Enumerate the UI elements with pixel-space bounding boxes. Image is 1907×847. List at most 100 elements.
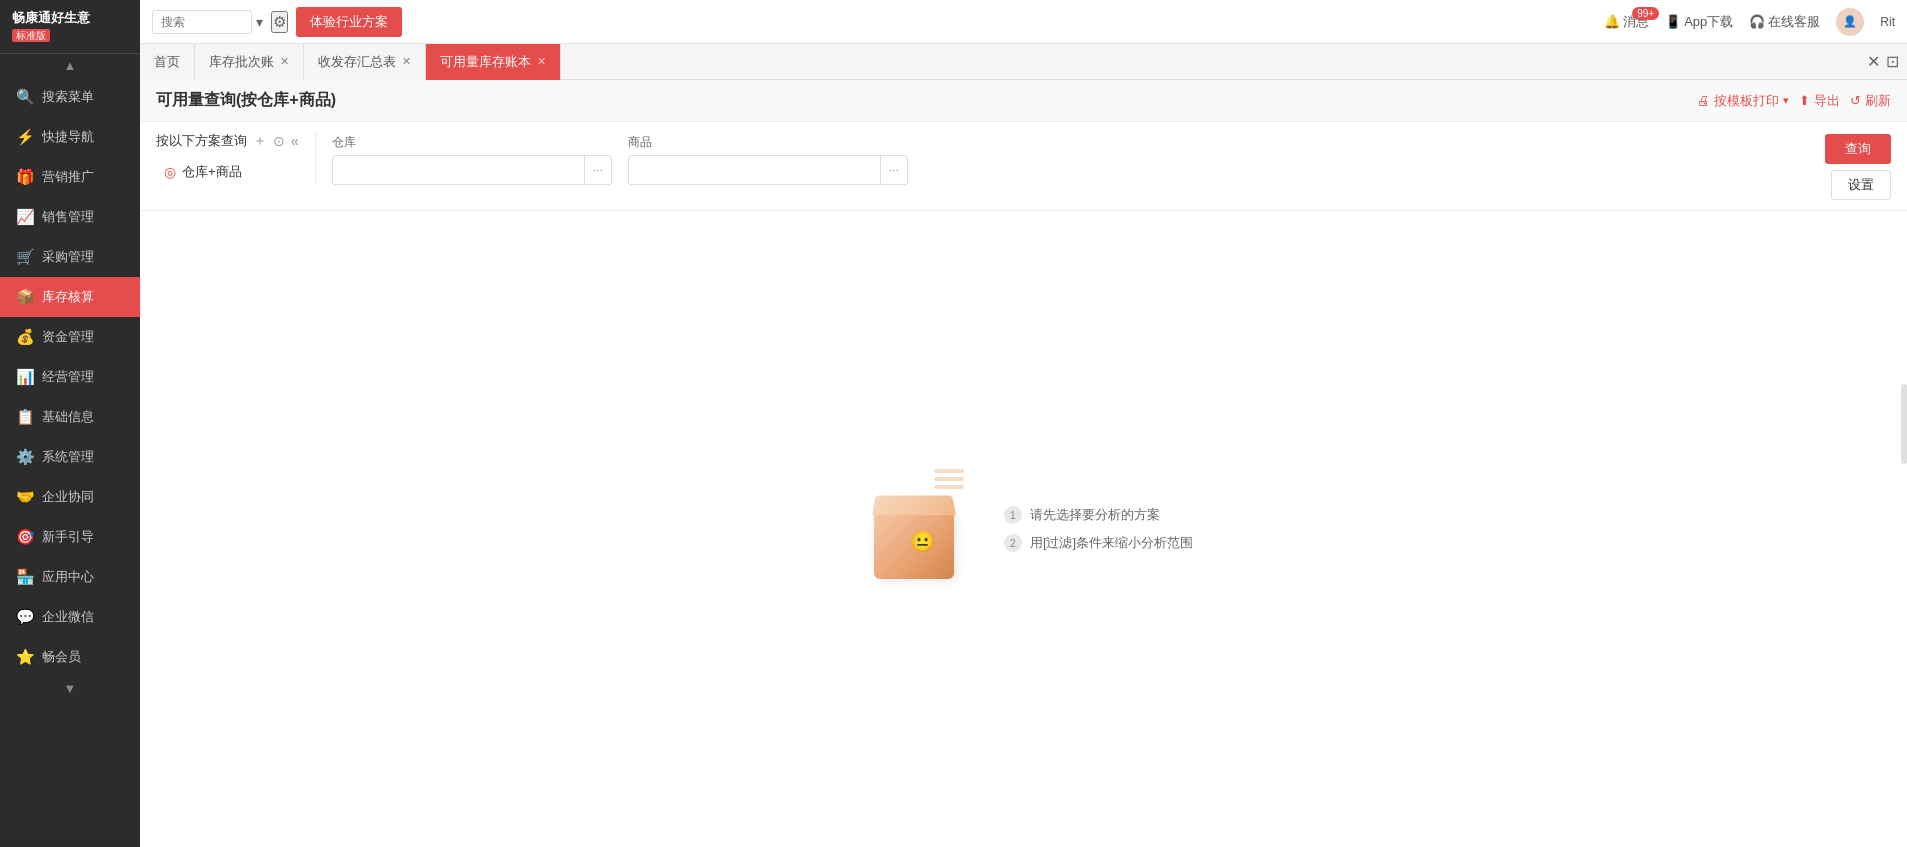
scroll-down-btn[interactable]: ▼ — [0, 677, 140, 700]
wechat-icon: 💬 — [16, 608, 34, 626]
onboarding-icon: 🎯 — [16, 528, 34, 546]
sidebar-item-wechat[interactable]: 💬 企业微信 — [0, 597, 140, 637]
schemes-header: 按以下方案查询 ＋ ⊙ « — [156, 132, 303, 150]
settings-gear-btn[interactable]: ⚙ — [271, 11, 288, 33]
printer-icon: 🖨 — [1697, 93, 1710, 108]
deco-line-1 — [934, 469, 964, 473]
search-dropdown-btn[interactable]: ▾ — [256, 14, 263, 30]
msg-badge: 99+ — [1632, 7, 1659, 20]
sidebar-item-cooperation[interactable]: 🤝 企业协同 — [0, 477, 140, 517]
step-2-num: 2 — [1004, 534, 1022, 552]
sidebar-item-system[interactable]: ⚙️ 系统管理 — [0, 437, 140, 477]
refresh-label: 刷新 — [1865, 92, 1891, 110]
message-btn[interactable]: 🔔 消息 99+ — [1604, 13, 1649, 31]
tab-batch-account[interactable]: 库存批次账 ✕ — [195, 44, 304, 80]
tab-home[interactable]: 首页 — [140, 44, 195, 80]
sidebar-item-onboarding[interactable]: 🎯 新手引导 — [0, 517, 140, 557]
quick-nav-icon: ⚡ — [16, 128, 34, 146]
sidebar-scroll: ▲ 🔍 搜索菜单 ⚡ 快捷导航 🎁 营销推广 📈 销售管理 🛒 采购管理 📦 库… — [0, 54, 140, 847]
sidebar-item-label: 系统管理 — [42, 448, 94, 466]
online-support-btn[interactable]: 🎧 在线客服 — [1749, 13, 1820, 31]
tab-stock-summary-close[interactable]: ✕ — [402, 55, 411, 68]
deco-line-2 — [934, 477, 964, 481]
add-scheme-btn[interactable]: ＋ — [253, 132, 267, 150]
sidebar-item-finance[interactable]: 💰 资金管理 — [0, 317, 140, 357]
purchase-icon: 🛒 — [16, 248, 34, 266]
query-submit-btn[interactable]: 查询 — [1825, 134, 1891, 164]
export-label: 导出 — [1814, 92, 1840, 110]
empty-box-icon: 😐 — [874, 509, 954, 579]
sidebar-item-inventory[interactable]: 📦 库存核算 — [0, 277, 140, 317]
goods-input-wrap: ··· — [628, 155, 908, 185]
empty-hint-2: 2 用[过滤]条件来缩小分析范围 — [1004, 534, 1193, 552]
user-avatar[interactable]: 👤 — [1836, 8, 1864, 36]
main-area: ▾ ⚙ 体验行业方案 🔔 消息 99+ 📱 App下载 🎧 在线客服 👤 Rit — [140, 0, 1907, 847]
sidebar-item-operations[interactable]: 📊 经营管理 — [0, 357, 140, 397]
goods-more-btn[interactable]: ··· — [880, 156, 907, 184]
goods-filter: 商品 ··· — [628, 134, 908, 185]
version-badge: 标准版 — [12, 29, 50, 42]
inventory-icon: 📦 — [16, 288, 34, 306]
sidebar-item-label: 资金管理 — [42, 328, 94, 346]
page-actions: 🖨 按模板打印 ▾ ⬆ 导出 ↺ 刷新 — [1697, 92, 1891, 110]
tab-available-ledger[interactable]: 可用量库存账本 ✕ — [426, 44, 561, 80]
step-1-num: 1 — [1004, 506, 1022, 524]
empty-face-icon: 😐 — [910, 529, 935, 553]
sales-icon: 📈 — [16, 208, 34, 226]
empty-hint-texts: 1 请先选择要分析的方案 2 用[过滤]条件来缩小分析范围 — [1004, 506, 1193, 552]
sidebar-item-sales[interactable]: 📈 销售管理 — [0, 197, 140, 237]
empty-state: 😐 1 请先选择要分析的方案 2 用[过滤]条件来缩小分析范围 — [140, 211, 1907, 847]
query-settings-btn[interactable]: 设置 — [1831, 170, 1891, 200]
warehouse-filter: 仓库 ··· — [332, 134, 612, 185]
goods-input[interactable] — [629, 163, 880, 178]
filter-row: 仓库 ··· 商品 ··· — [332, 132, 1809, 185]
deco-line-3 — [934, 485, 964, 489]
topbar-search-area: ▾ — [152, 10, 263, 34]
print-template-btn[interactable]: 🖨 按模板打印 ▾ — [1697, 92, 1789, 110]
query-section: 按以下方案查询 ＋ ⊙ « ◎ 仓库+商品 仓库 ··· — [140, 122, 1907, 211]
sidebar-item-purchase[interactable]: 🛒 采购管理 — [0, 237, 140, 277]
trial-industry-btn[interactable]: 体验行业方案 — [296, 7, 402, 37]
tab-batch-account-close[interactable]: ✕ — [280, 55, 289, 68]
sidebar-item-search[interactable]: 🔍 搜索菜单 — [0, 77, 140, 117]
warehouse-label: 仓库 — [332, 134, 612, 151]
close-tab-btn[interactable]: ✕ — [1867, 52, 1880, 71]
search-input[interactable] — [152, 10, 252, 34]
sidebar-item-label: 快捷导航 — [42, 128, 94, 146]
maximize-tab-btn[interactable]: ⊡ — [1886, 52, 1899, 71]
tab-stock-summary[interactable]: 收发存汇总表 ✕ — [304, 44, 426, 80]
collapse-scheme-btn[interactable]: « — [291, 133, 299, 149]
sidebar-item-label: 企业协同 — [42, 488, 94, 506]
refresh-btn[interactable]: ↺ 刷新 — [1850, 92, 1891, 110]
export-icon: ⬆ — [1799, 93, 1810, 108]
topbar-right: 🔔 消息 99+ 📱 App下载 🎧 在线客服 👤 Rit — [1604, 8, 1895, 36]
sidebar-item-label: 采购管理 — [42, 248, 94, 266]
warehouse-input[interactable] — [333, 163, 584, 178]
app-download-label: App下载 — [1684, 13, 1733, 31]
headset-icon: 🎧 — [1749, 14, 1765, 29]
operations-icon: 📊 — [16, 368, 34, 386]
app-download-btn[interactable]: 📱 App下载 — [1665, 13, 1733, 31]
scroll-up-btn[interactable]: ▲ — [0, 54, 140, 77]
topbar: ▾ ⚙ 体验行业方案 🔔 消息 99+ 📱 App下载 🎧 在线客服 👤 Rit — [140, 0, 1907, 44]
export-btn[interactable]: ⬆ 导出 — [1799, 92, 1840, 110]
query-actions: 查询 设置 — [1825, 132, 1891, 200]
sidebar-item-membership[interactable]: ⭐ 畅会员 — [0, 637, 140, 677]
warehouse-more-btn[interactable]: ··· — [584, 156, 611, 184]
sidebar-item-marketing[interactable]: 🎁 营销推广 — [0, 157, 140, 197]
right-scrollbar[interactable] — [1901, 384, 1907, 464]
avatar-text: 👤 — [1843, 15, 1857, 28]
basic-info-icon: 📋 — [16, 408, 34, 426]
manage-scheme-btn[interactable]: ⊙ — [273, 133, 285, 149]
sidebar-item-quick-nav[interactable]: ⚡ 快捷导航 — [0, 117, 140, 157]
tab-available-ledger-close[interactable]: ✕ — [537, 55, 546, 68]
app-name: 畅康通好生意 — [12, 10, 128, 27]
goods-label: 商品 — [628, 134, 908, 151]
marketing-icon: 🎁 — [16, 168, 34, 186]
sidebar-item-app-center[interactable]: 🏪 应用中心 — [0, 557, 140, 597]
sidebar-item-basic-info[interactable]: 📋 基础信息 — [0, 397, 140, 437]
online-support-label: 在线客服 — [1768, 13, 1820, 31]
system-icon: ⚙️ — [16, 448, 34, 466]
sidebar-item-label: 企业微信 — [42, 608, 94, 626]
scheme-item-warehouse-goods[interactable]: ◎ 仓库+商品 — [156, 158, 303, 186]
